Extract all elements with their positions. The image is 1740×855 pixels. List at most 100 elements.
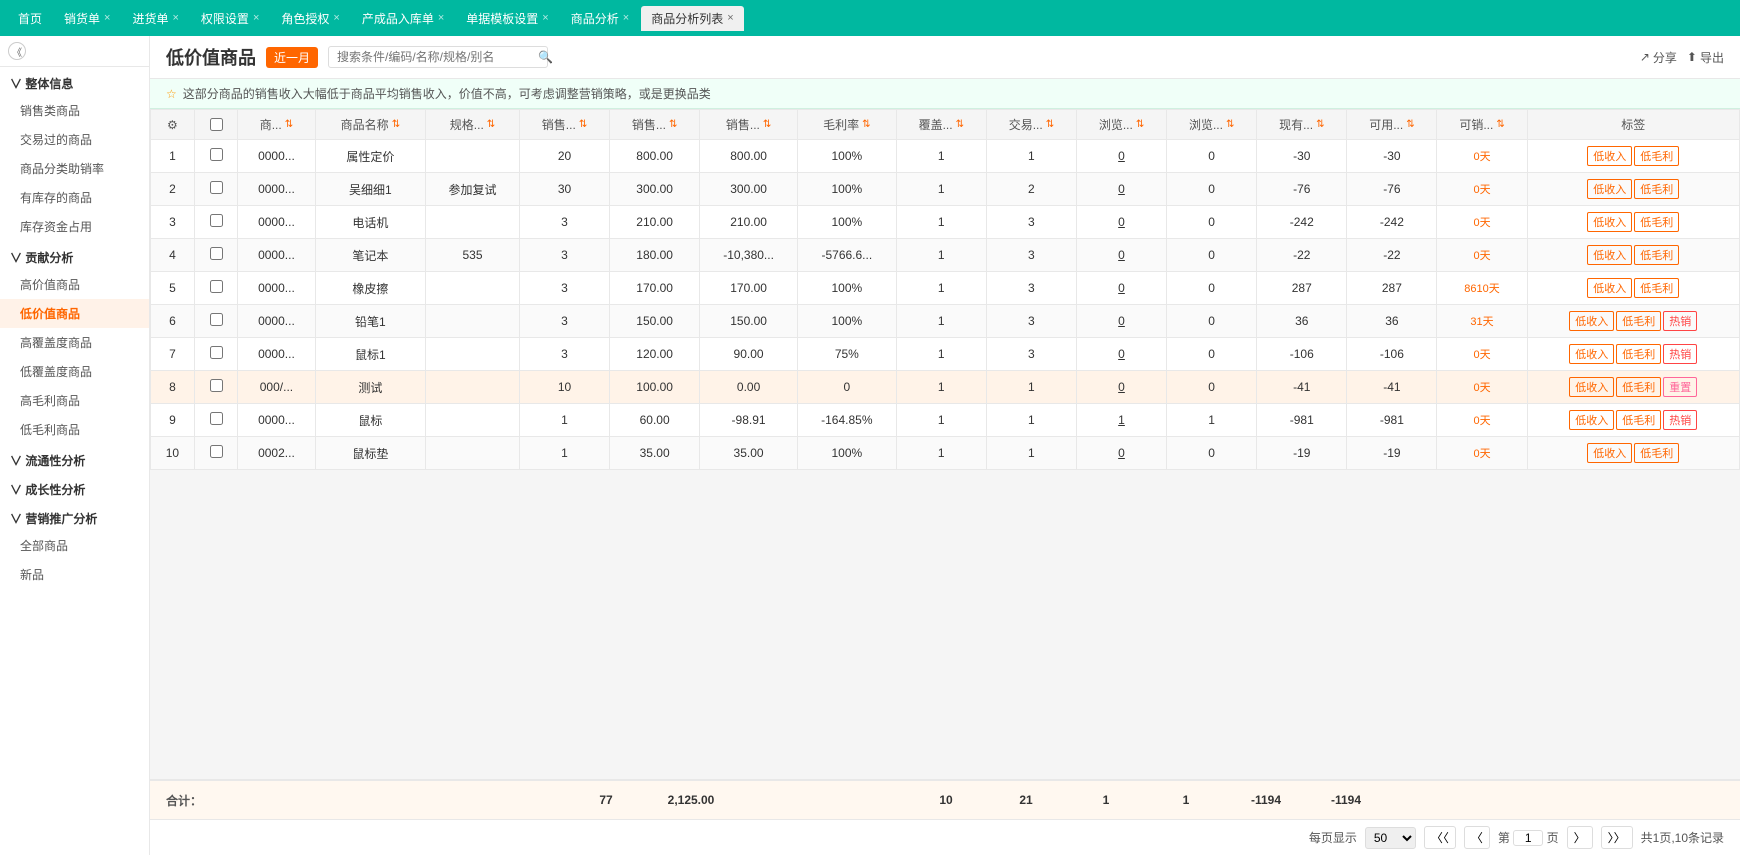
col-coverage[interactable]: 覆盖...⇅ (896, 110, 986, 140)
col-code[interactable]: 商...⇅ (238, 110, 316, 140)
search-input[interactable] (328, 46, 548, 68)
browse1-link[interactable]: 0 (1118, 149, 1125, 163)
sidebar-item-high-value[interactable]: 高价值商品 (0, 270, 149, 299)
browse1-link[interactable]: 0 (1118, 347, 1125, 361)
nav-goods-analysis-list[interactable]: 商品分析列表 × (641, 6, 743, 31)
row-checkbox[interactable] (210, 247, 223, 260)
nav-goods-analysis[interactable]: 商品分析 × (561, 6, 639, 31)
close-sales-icon[interactable]: × (104, 12, 110, 24)
close-role-icon[interactable]: × (333, 12, 339, 24)
nav-template[interactable]: 单据模板设置 × (456, 6, 558, 31)
col-sale-amt2[interactable]: 销售...⇅ (700, 110, 798, 140)
row-checkbox[interactable] (210, 346, 223, 359)
cell-sale-amt1: 100.00 (610, 371, 700, 404)
sidebar-item-low-value[interactable]: 低价值商品 (0, 299, 149, 328)
browse1-link[interactable]: 0 (1118, 314, 1125, 328)
col-sale-qty[interactable]: 销售...⇅ (519, 110, 609, 140)
row-checkbox[interactable] (210, 214, 223, 227)
browse1-link[interactable]: 0 (1118, 182, 1125, 196)
page-number-input[interactable] (1513, 830, 1543, 846)
sidebar-item-new-goods[interactable]: 新品 (0, 560, 149, 589)
cell-coverage: 1 (896, 404, 986, 437)
prev-page-btn[interactable]: 〈 (1464, 826, 1490, 849)
footer-coverage: 10 (906, 789, 986, 811)
cell-checkbox[interactable] (194, 173, 237, 206)
sidebar-item-in-stock[interactable]: 有库存的商品 (0, 183, 149, 212)
cell-checkbox[interactable] (194, 206, 237, 239)
cell-index: 10 (151, 437, 195, 470)
row-checkbox[interactable] (210, 379, 223, 392)
row-checkbox[interactable] (210, 280, 223, 293)
sidebar-item-stock-fund[interactable]: 库存资金占用 (0, 212, 149, 241)
close-permission-icon[interactable]: × (253, 12, 259, 24)
row-checkbox[interactable] (210, 412, 223, 425)
page-size-select[interactable]: 50 100 200 (1365, 827, 1416, 849)
sidebar-item-high-coverage[interactable]: 高覆盖度商品 (0, 328, 149, 357)
browse1-link[interactable]: 1 (1118, 413, 1125, 427)
cell-checkbox[interactable] (194, 305, 237, 338)
sidebar-item-low-margin[interactable]: 低毛利商品 (0, 415, 149, 444)
sidebar-item-low-coverage[interactable]: 低覆盖度商品 (0, 357, 149, 386)
cell-name: 电话机 (315, 206, 425, 239)
sidebar-item-category-rate[interactable]: 商品分类助销率 (0, 154, 149, 183)
col-avail[interactable]: 可用...⇅ (1347, 110, 1437, 140)
cell-checkbox[interactable] (194, 371, 237, 404)
nav-sales[interactable]: 销货单 × (54, 6, 120, 31)
close-goods-analysis-icon[interactable]: × (623, 12, 629, 24)
nav-permission[interactable]: 权限设置 × (191, 6, 269, 31)
cell-name: 鼠标垫 (315, 437, 425, 470)
col-browse2[interactable]: 浏览...⇅ (1167, 110, 1257, 140)
row-checkbox[interactable] (210, 313, 223, 326)
col-gross-rate[interactable]: 毛利率⇅ (797, 110, 896, 140)
row-checkbox[interactable] (210, 148, 223, 161)
browse1-link[interactable]: 0 (1118, 380, 1125, 394)
nav-product-in[interactable]: 产成品入库单 × (352, 6, 454, 31)
browse1-link[interactable]: 0 (1118, 215, 1125, 229)
col-settings[interactable]: ⚙ (151, 110, 195, 140)
first-page-btn[interactable]: 〈〈 (1424, 826, 1456, 849)
sidebar-item-sales-category[interactable]: 销售类商品 (0, 96, 149, 125)
search-icon[interactable]: 🔍 (538, 50, 553, 64)
close-purchase-icon[interactable]: × (172, 12, 178, 24)
last-page-btn[interactable]: 〉〉 (1601, 826, 1633, 849)
next-page-btn[interactable]: 〉 (1567, 826, 1593, 849)
col-trade[interactable]: 交易...⇅ (986, 110, 1076, 140)
cell-sale-amt2: 300.00 (700, 173, 798, 206)
cell-checkbox[interactable] (194, 338, 237, 371)
nav-home[interactable]: 首页 (8, 6, 52, 31)
col-sellable[interactable]: 可销...⇅ (1437, 110, 1527, 140)
close-template-icon[interactable]: × (542, 12, 548, 24)
browse1-link[interactable]: 0 (1118, 248, 1125, 262)
cell-checkbox[interactable] (194, 140, 237, 173)
date-filter-btn[interactable]: 近一月 (266, 47, 318, 68)
browse1-link[interactable]: 0 (1118, 281, 1125, 295)
sort-avail-icon: ⇅ (1406, 119, 1414, 130)
col-browse1[interactable]: 浏览...⇅ (1076, 110, 1166, 140)
row-checkbox[interactable] (210, 445, 223, 458)
select-all-checkbox[interactable] (210, 118, 223, 131)
col-current[interactable]: 现有...⇅ (1257, 110, 1347, 140)
browse1-link[interactable]: 0 (1118, 446, 1125, 460)
col-checkbox[interactable] (194, 110, 237, 140)
col-name[interactable]: 商品名称⇅ (315, 110, 425, 140)
cell-checkbox[interactable] (194, 437, 237, 470)
close-goods-list-icon[interactable]: × (727, 12, 733, 24)
col-sale-amt1[interactable]: 销售...⇅ (610, 110, 700, 140)
cell-checkbox[interactable] (194, 404, 237, 437)
collapse-btn[interactable]: 《 (8, 42, 26, 60)
cell-name: 吴细细1 (315, 173, 425, 206)
col-spec[interactable]: 规格...⇅ (426, 110, 520, 140)
cell-gross-rate: 75% (797, 338, 896, 371)
cell-sale-qty: 3 (519, 305, 609, 338)
nav-purchase[interactable]: 进货单 × (122, 6, 188, 31)
sidebar-item-all-goods[interactable]: 全部商品 (0, 531, 149, 560)
sidebar-item-traded[interactable]: 交易过的商品 (0, 125, 149, 154)
sidebar-item-high-margin[interactable]: 高毛利商品 (0, 386, 149, 415)
cell-checkbox[interactable] (194, 239, 237, 272)
cell-checkbox[interactable] (194, 272, 237, 305)
share-btn[interactable]: ↗ 分享 (1640, 49, 1677, 66)
close-product-in-icon[interactable]: × (438, 12, 444, 24)
row-checkbox[interactable] (210, 181, 223, 194)
nav-role[interactable]: 角色授权 × (271, 6, 349, 31)
export-btn[interactable]: ⬆ 导出 (1687, 49, 1724, 66)
